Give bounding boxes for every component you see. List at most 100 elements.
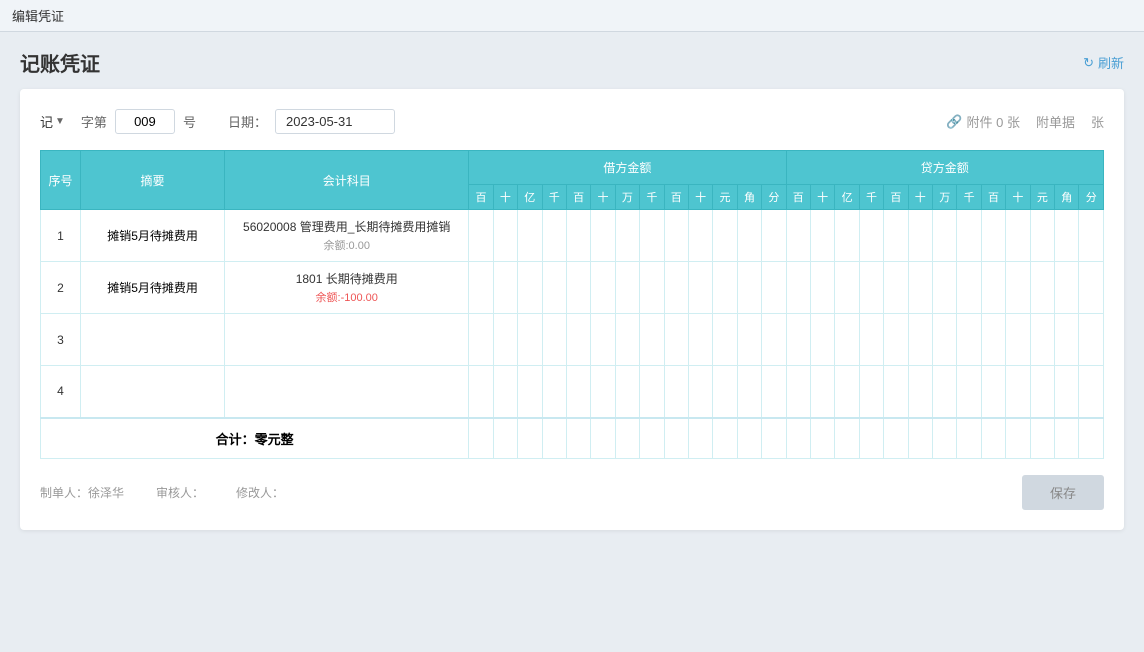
row-credit-d1[interactable] <box>786 366 810 418</box>
row-summary[interactable] <box>80 366 224 418</box>
row-credit-d7[interactable] <box>933 262 957 314</box>
row-summary[interactable]: 摊销5月待摊费用 <box>80 262 224 314</box>
row-debit-d11[interactable] <box>713 314 737 366</box>
row-credit-d7[interactable] <box>933 366 957 418</box>
table-row[interactable]: 4 <box>41 366 1104 418</box>
row-debit-d8[interactable] <box>640 210 664 262</box>
row-debit-d4[interactable] <box>542 366 566 418</box>
row-credit-d4[interactable] <box>859 366 883 418</box>
row-debit-d8[interactable] <box>640 262 664 314</box>
row-account[interactable] <box>225 366 469 418</box>
row-debit-d6[interactable] <box>591 210 615 262</box>
row-debit-d9[interactable] <box>664 314 688 366</box>
row-debit-d5[interactable] <box>566 210 590 262</box>
save-button[interactable]: 保存 <box>1022 475 1104 510</box>
row-credit-d2[interactable] <box>810 314 834 366</box>
row-debit-d13[interactable] <box>762 210 786 262</box>
row-debit-d12[interactable] <box>737 366 761 418</box>
row-credit-d5[interactable] <box>884 210 908 262</box>
row-credit-d11[interactable] <box>1030 210 1054 262</box>
row-debit-d6[interactable] <box>591 366 615 418</box>
row-debit-d10[interactable] <box>688 314 712 366</box>
row-credit-d1[interactable] <box>786 262 810 314</box>
row-credit-d3[interactable] <box>835 210 859 262</box>
row-credit-d4[interactable] <box>859 210 883 262</box>
row-credit-d8[interactable] <box>957 210 981 262</box>
row-debit-d4[interactable] <box>542 314 566 366</box>
table-row[interactable]: 3 <box>41 314 1104 366</box>
row-debit-d8[interactable] <box>640 366 664 418</box>
row-credit-d8[interactable] <box>957 314 981 366</box>
row-debit-d5[interactable] <box>566 314 590 366</box>
row-debit-d8[interactable] <box>640 314 664 366</box>
row-credit-d2[interactable] <box>810 262 834 314</box>
row-debit-d13[interactable] <box>762 314 786 366</box>
row-debit-d10[interactable] <box>688 262 712 314</box>
attachment-link[interactable]: 🔗 附件 0 张 <box>946 112 1020 131</box>
row-debit-d1[interactable] <box>469 314 493 366</box>
row-debit-d13[interactable] <box>762 262 786 314</box>
row-credit-d2[interactable] <box>810 210 834 262</box>
row-credit-d9[interactable] <box>981 262 1005 314</box>
row-credit-d9[interactable] <box>981 366 1005 418</box>
row-credit-d1[interactable] <box>786 210 810 262</box>
row-credit-d11[interactable] <box>1030 314 1054 366</box>
row-debit-d5[interactable] <box>566 366 590 418</box>
row-credit-d10[interactable] <box>1006 314 1030 366</box>
row-credit-d5[interactable] <box>884 366 908 418</box>
row-debit-d2[interactable] <box>493 314 517 366</box>
row-credit-d12[interactable] <box>1055 314 1079 366</box>
row-summary[interactable]: 摊销5月待摊费用 <box>80 210 224 262</box>
row-credit-d3[interactable] <box>835 366 859 418</box>
row-credit-d13[interactable] <box>1079 366 1104 418</box>
table-row[interactable]: 1摊销5月待摊费用56020008 管理费用_长期待摊费用摊销余额:0.00 <box>41 210 1104 262</box>
row-debit-d2[interactable] <box>493 366 517 418</box>
row-credit-d6[interactable] <box>908 366 932 418</box>
row-debit-d4[interactable] <box>542 210 566 262</box>
row-debit-d12[interactable] <box>737 262 761 314</box>
row-debit-d9[interactable] <box>664 210 688 262</box>
row-summary[interactable] <box>80 314 224 366</box>
row-account[interactable]: 56020008 管理费用_长期待摊费用摊销余额:0.00 <box>225 210 469 262</box>
ji-select[interactable]: 记 ▼ <box>40 112 65 131</box>
row-credit-d1[interactable] <box>786 314 810 366</box>
row-debit-d1[interactable] <box>469 366 493 418</box>
row-debit-d7[interactable] <box>615 210 639 262</box>
row-credit-d10[interactable] <box>1006 262 1030 314</box>
row-account[interactable]: 1801 长期待摊费用余额:-100.00 <box>225 262 469 314</box>
row-credit-d4[interactable] <box>859 262 883 314</box>
row-credit-d6[interactable] <box>908 314 932 366</box>
row-debit-d10[interactable] <box>688 210 712 262</box>
row-credit-d13[interactable] <box>1079 314 1104 366</box>
row-debit-d5[interactable] <box>566 262 590 314</box>
row-credit-d7[interactable] <box>933 314 957 366</box>
row-debit-d11[interactable] <box>713 366 737 418</box>
row-debit-d4[interactable] <box>542 262 566 314</box>
row-credit-d9[interactable] <box>981 210 1005 262</box>
refresh-button[interactable]: ↻ 刷新 <box>1083 53 1124 72</box>
row-credit-d6[interactable] <box>908 210 932 262</box>
row-credit-d10[interactable] <box>1006 366 1030 418</box>
row-debit-d7[interactable] <box>615 366 639 418</box>
row-credit-d8[interactable] <box>957 366 981 418</box>
row-debit-d3[interactable] <box>518 262 542 314</box>
row-debit-d9[interactable] <box>664 262 688 314</box>
row-debit-d2[interactable] <box>493 262 517 314</box>
row-debit-d7[interactable] <box>615 314 639 366</box>
row-credit-d12[interactable] <box>1055 262 1079 314</box>
row-credit-d11[interactable] <box>1030 366 1054 418</box>
row-debit-d3[interactable] <box>518 366 542 418</box>
row-debit-d9[interactable] <box>664 366 688 418</box>
row-debit-d3[interactable] <box>518 210 542 262</box>
row-credit-d13[interactable] <box>1079 210 1104 262</box>
row-debit-d1[interactable] <box>469 262 493 314</box>
row-debit-d10[interactable] <box>688 366 712 418</box>
row-credit-d4[interactable] <box>859 314 883 366</box>
row-debit-d1[interactable] <box>469 210 493 262</box>
row-credit-d2[interactable] <box>810 366 834 418</box>
zi-input[interactable] <box>115 109 175 134</box>
row-credit-d3[interactable] <box>835 314 859 366</box>
row-debit-d7[interactable] <box>615 262 639 314</box>
row-credit-d3[interactable] <box>835 262 859 314</box>
row-credit-d13[interactable] <box>1079 262 1104 314</box>
